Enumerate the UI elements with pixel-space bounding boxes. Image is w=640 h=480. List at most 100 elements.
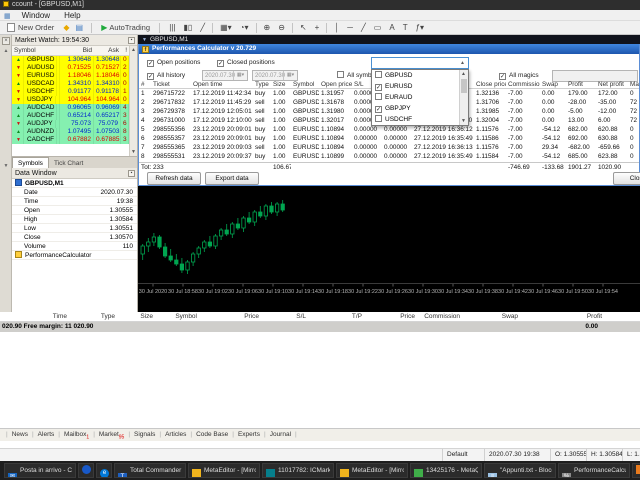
market-watch-row[interactable]: ▲ GBPUSD 1.30648 1.30648 0 bbox=[12, 56, 130, 64]
rectangle-icon[interactable]: ▭ bbox=[370, 21, 386, 34]
chart-menu-icon[interactable]: ▦ bbox=[4, 13, 11, 20]
terminal-col-2[interactable]: Size bbox=[123, 312, 161, 322]
terminal-col-3[interactable]: Symbol bbox=[161, 312, 205, 322]
taskbar-item-browser[interactable] bbox=[78, 463, 94, 478]
dropdown-item-eurusd[interactable]: EURUSD bbox=[372, 81, 459, 92]
terminal-col-4[interactable]: Price bbox=[205, 312, 267, 322]
date-from-picker[interactable]: 2020.07.30 ▦▾ bbox=[202, 70, 248, 81]
taskbar-item-metaeditor[interactable]: MetaEditor - [MirrorE... bbox=[188, 463, 260, 478]
open-positions-checkbox[interactable] bbox=[147, 60, 154, 67]
chart-window-titlebar[interactable]: ▼ GBPUSD,M1 bbox=[138, 35, 640, 44]
terminal-tab-code-base[interactable]: Code Base bbox=[192, 429, 232, 441]
candlestick-chart-icon[interactable]: ▮▯ bbox=[179, 21, 196, 34]
scrollbar-thumb[interactable] bbox=[461, 79, 467, 93]
chart-canvas[interactable]: 30 Jul 2020 30 Jul 18:58 30 Jul 19:02 30 Ju… bbox=[138, 186, 640, 312]
market-watch-row[interactable]: ▼ CADCHF 0.67882 0.67885 3 bbox=[12, 136, 130, 144]
position-row[interactable]: 5 298555356 23.12.2019 20:09:01 buy 1.00 EURU… bbox=[139, 125, 639, 134]
tab-symbols[interactable]: Symbols bbox=[12, 157, 49, 168]
taskbar-item-metaeditor[interactable]: MetaEditor - [MirrorE... bbox=[336, 463, 408, 478]
col-openprice[interactable]: Open price bbox=[319, 81, 352, 88]
col-[interactable]: # bbox=[139, 81, 151, 88]
terminal-col-1[interactable]: Type bbox=[75, 312, 123, 322]
terminal-col-9[interactable]: Swap bbox=[468, 312, 526, 322]
scroll-down-button[interactable]: ▼ bbox=[2, 163, 10, 169]
col-netprofit[interactable]: Net profit bbox=[596, 81, 628, 88]
calculator-header[interactable]: f Performances Calculator v 20.729 bbox=[139, 44, 639, 54]
market-watch-column-0[interactable]: Symbol bbox=[12, 46, 60, 56]
panel-menu-button[interactable]: ▪ bbox=[128, 37, 135, 44]
terminal-tab-mailbox[interactable]: Mailbox1 bbox=[60, 429, 93, 443]
dropdown-item-euraud[interactable]: EURAUD bbox=[372, 92, 459, 103]
col-size[interactable]: Size bbox=[271, 81, 291, 88]
panel-menu-button[interactable]: ▪ bbox=[128, 170, 135, 177]
market-watch-row[interactable]: ▼ USDCHF 0.91177 0.91178 1 bbox=[12, 88, 130, 96]
market-watch-scrollbar[interactable]: ▲ ▼ bbox=[129, 46, 137, 156]
panel-close-button[interactable]: × bbox=[2, 37, 10, 45]
period-icon[interactable]: ◔▾ bbox=[236, 21, 253, 34]
cursor-icon[interactable]: ↖ bbox=[296, 21, 311, 34]
grid-icon[interactable]: ▦▾ bbox=[216, 21, 236, 34]
terminal-tab-news[interactable]: News bbox=[8, 429, 32, 441]
taskbar-item-tc[interactable]: TTotal Commander (x6... bbox=[114, 463, 186, 478]
closed-positions-checkbox[interactable] bbox=[217, 60, 224, 67]
market-watch-column-3[interactable]: ! bbox=[121, 46, 129, 56]
market-watch-row[interactable]: ▼ AUDJPY 75.073 75.079 6 bbox=[12, 120, 130, 128]
col-closeprice[interactable]: Close price bbox=[474, 81, 506, 88]
autotrading-button[interactable]: ▶ AutoTrading bbox=[97, 21, 154, 34]
dropdown-item-gbpjpy[interactable]: GBPJPY bbox=[372, 103, 459, 114]
terminal-tab-experts[interactable]: Experts bbox=[234, 429, 264, 441]
terminal-col-5[interactable]: S/L bbox=[267, 312, 314, 322]
calendar-dropdown-icon[interactable]: ▦▾ bbox=[283, 71, 297, 80]
terminal-col-6[interactable]: T/P bbox=[314, 312, 370, 322]
symbol-checkbox[interactable] bbox=[375, 93, 382, 100]
symbols-icon[interactable]: ◆ bbox=[63, 21, 69, 34]
terminal-col-0[interactable]: Time bbox=[0, 312, 75, 322]
zoom-out-icon[interactable]: ⊖ bbox=[274, 21, 289, 34]
data-window-icon[interactable]: ▤ bbox=[76, 21, 84, 34]
dropdown-scrollbar[interactable]: ▲ ▼ bbox=[459, 70, 468, 125]
new-order-button[interactable]: New Order bbox=[3, 21, 58, 34]
terminal-tab-alerts[interactable]: Alerts bbox=[34, 429, 59, 441]
terminal-tab-signals[interactable]: Signals bbox=[130, 429, 159, 441]
taskbar-item-metaquotes[interactable]: 13425176 - MetaQuot... bbox=[410, 463, 482, 478]
vertical-line-icon[interactable]: │ bbox=[330, 21, 343, 34]
market-watch-row[interactable]: ▲ AUDCHF 0.65214 0.65217 3 bbox=[12, 112, 130, 120]
symbol-checkbox[interactable] bbox=[375, 106, 382, 113]
terminal-tab-market[interactable]: Market95 bbox=[95, 429, 128, 443]
symbol-checkbox[interactable] bbox=[375, 84, 382, 91]
market-watch-row[interactable]: ▼ USDJPY 104.964 104.964 0 bbox=[12, 96, 130, 104]
close-button[interactable]: Close bbox=[613, 172, 640, 185]
col-opentime[interactable]: Open time bbox=[191, 81, 253, 88]
dropdown-item-usdchf[interactable]: USDCHF bbox=[372, 114, 459, 125]
market-watch-row[interactable]: ▲ AUDNZD 1.07495 1.07503 8 bbox=[12, 128, 130, 136]
date-to-picker[interactable]: 2020.07.30 ▦▾ bbox=[252, 70, 298, 81]
export-data-button[interactable]: Export data bbox=[205, 172, 259, 185]
position-row[interactable]: 6 298555357 23.12.2019 20:09:01 buy 1.00 EURU… bbox=[139, 134, 639, 143]
taskbar-item-mail[interactable]: ✉Posta in arrivo - Carte... bbox=[4, 463, 76, 478]
scroll-down-icon[interactable]: ▼ bbox=[130, 149, 137, 155]
all-magics-checkbox[interactable] bbox=[499, 73, 506, 80]
taskbar-item-mt4[interactable]: 11017782: ICMarkets-... bbox=[262, 463, 334, 478]
symbols-combobox[interactable]: ▲ bbox=[371, 57, 469, 69]
data-window-indicator[interactable]: PerformanceCalculator bbox=[12, 251, 137, 260]
terminal-tab-journal[interactable]: Journal bbox=[266, 429, 295, 441]
line-chart-icon[interactable]: ╱ bbox=[196, 21, 209, 34]
data-window-instrument[interactable]: GBPUSD,M1 bbox=[12, 179, 137, 188]
symbol-checkbox[interactable] bbox=[375, 115, 382, 122]
symbol-checkbox[interactable] bbox=[375, 71, 382, 78]
market-watch-column-1[interactable]: Bid bbox=[60, 46, 94, 56]
title-bar[interactable]: ccount - [GBPUSD,M1] bbox=[0, 0, 640, 10]
market-watch-column-2[interactable]: Ask bbox=[94, 46, 121, 56]
all-history-checkbox[interactable] bbox=[147, 73, 154, 80]
market-watch-row[interactable]: ▼ EURUSD 1.18046 1.18046 0 bbox=[12, 72, 130, 80]
calendar-dropdown-icon[interactable]: ▦▾ bbox=[233, 71, 247, 80]
col-swap[interactable]: Swap bbox=[540, 81, 566, 88]
collapse-icon[interactable]: ▼ bbox=[142, 37, 147, 43]
taskbar-item-notepad[interactable]: ≡"Appunti.txt - Blocco ... bbox=[484, 463, 556, 478]
taskbar-item-calc[interactable]: %PerformanceCalculat... bbox=[558, 463, 630, 478]
taskbar-item-edge[interactable]: e bbox=[96, 463, 112, 478]
combo-collapse-icon[interactable]: ▲ bbox=[458, 59, 467, 68]
horizontal-line-icon[interactable]: ─ bbox=[343, 21, 357, 34]
col-ticket[interactable]: Ticket bbox=[151, 81, 191, 88]
indicators-icon[interactable]: ƒ▾ bbox=[412, 21, 428, 34]
